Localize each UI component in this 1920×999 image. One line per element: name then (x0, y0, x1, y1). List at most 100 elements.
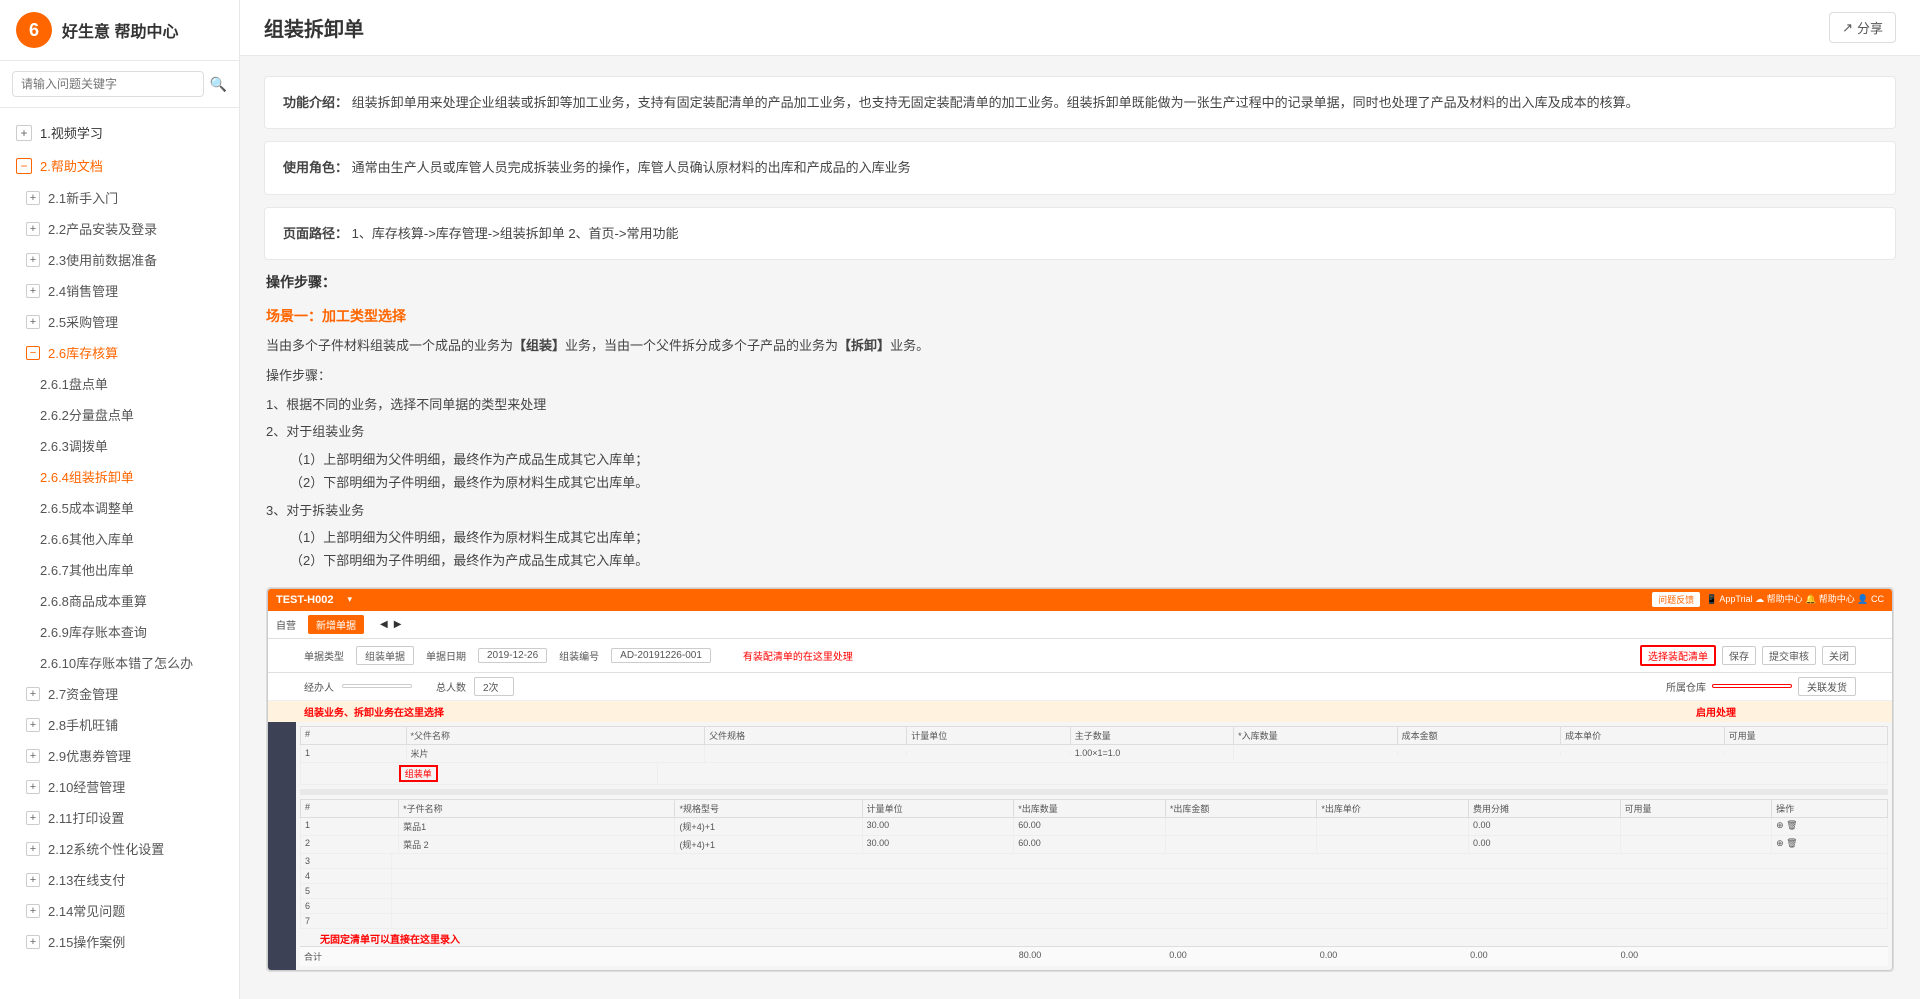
fake-warehouse-area: 所属仓库 关联发货 (1666, 677, 1856, 696)
sidebar-item-inventory[interactable]: − 2.6库存核算 (0, 337, 239, 368)
sidebar-item-in-other[interactable]: 2.6.6其他入库单 (0, 523, 239, 554)
content-area: 功能介绍： 组装拆卸单用来处理企业组装或拆卸等加工业务，支持有固定装配清单的产品… (240, 56, 1920, 999)
fake-doc-num[interactable]: AD-20191226-001 (611, 648, 711, 663)
sidebar-item-videos[interactable]: + 1.视频学习 (0, 116, 239, 149)
fake-cell (705, 751, 907, 755)
sidebar-item-mobile[interactable]: + 2.8手机旺铺 (0, 709, 239, 740)
sidebar-item-adjust[interactable]: 2.6.3调拨单 (0, 430, 239, 461)
sidebar-item-docs[interactable]: − 2.帮助文档 + 2.1新手入门 + 2.2产品安装及登录 + 2.3使用前… (0, 149, 239, 957)
sidebar-item-error[interactable]: 2.6.10库存账本错了怎么办 (0, 647, 239, 678)
expand-icon: + (26, 253, 40, 267)
sidebar-item-assemble[interactable]: 2.6.4组装拆卸单 (0, 461, 239, 492)
sidebar-item-stocktake[interactable]: 2.6.1盘点单 (0, 368, 239, 399)
fake-wh-confirm[interactable]: 关联发货 (1798, 677, 1856, 696)
fake-worker[interactable] (342, 684, 412, 688)
sidebar-item-custom[interactable]: + 2.12系统个性化设置 (0, 833, 239, 864)
fake-cell (658, 771, 1887, 775)
fake-cell (392, 884, 1887, 898)
fake-col-name: *父件名称 (407, 727, 706, 744)
sidebar-item-ledger[interactable]: 2.6.9库存账本查询 (0, 616, 239, 647)
fake-topbar-icons: 📱 AppTrial ☁ 帮助中心 🔔 帮助中心 👤 CC (1706, 592, 1884, 607)
sidebar-item-install[interactable]: + 2.2产品安装及登录 (0, 213, 239, 244)
sidebar-item-out-other[interactable]: 2.6.7其他出库单 (0, 554, 239, 585)
fake-lower-row-6: 6 (300, 899, 1888, 914)
fake-tab2[interactable]: ▶ (394, 619, 402, 630)
fake-close[interactable]: 关闭 (1822, 646, 1856, 665)
expand-icon: + (26, 718, 40, 732)
fake-annot-enable: 启用处理 (1696, 704, 1736, 719)
sidebar-item-cases[interactable]: + 2.15操作案例 (0, 926, 239, 957)
sidebar-item-operation[interactable]: + 2.10经营管理 (0, 771, 239, 802)
step3-sub1: （1）上部明细为父件明细，最终作为原材料生成其它出库单； (266, 526, 1894, 549)
fake-col-seq: # (301, 727, 407, 744)
fake-doc-date[interactable]: 2019-12-26 (478, 648, 547, 663)
screenshot-container: TEST-H002 ▾ 问题反馈 📱 AppTrial ☁ 帮助中心 🔔 帮助中… (266, 587, 1894, 972)
fake-cell: ⊕ 🗑 (1772, 836, 1887, 853)
fake-doc-type-val[interactable]: 组装单据 (356, 646, 414, 665)
fake-num[interactable]: 2次 (474, 677, 514, 696)
fake-divider (300, 789, 1888, 795)
fake-lower-row-3: 3 (300, 854, 1888, 869)
fake-col: 可用量 (1621, 800, 1773, 817)
fake-save[interactable]: 保存 (1722, 646, 1756, 665)
sidebar-item-new[interactable]: + 2.1新手入门 (0, 182, 239, 213)
sidebar: 6 好生意 帮助中心 🔍 + 1.视频学习 − 2.帮助文档 + (0, 0, 240, 999)
sidebar-item-finance[interactable]: + 2.7资金管理 (0, 678, 239, 709)
expand-icon: + (26, 780, 40, 794)
sidebar-item-cost[interactable]: 2.6.5成本调整单 (0, 492, 239, 523)
sidebar-item-coupon[interactable]: + 2.9优惠券管理 (0, 740, 239, 771)
sidebar-item-label: 2.8手机旺铺 (48, 715, 118, 734)
fake-select-bom[interactable]: 选择装配清单 (1640, 645, 1716, 666)
sidebar-item-print[interactable]: + 2.11打印设置 (0, 802, 239, 833)
intro-block: 功能介绍： 组装拆卸单用来处理企业组装或拆卸等加工业务，支持有固定装配清单的产品… (264, 76, 1896, 129)
fake-annotation-row: 组装业务、拆卸业务在这里选择 启用处理 (268, 701, 1892, 722)
fake-col: *出库单价 (1317, 800, 1469, 817)
fake-table-lower-header: # *子件名称 *规格型号 计量单位 *出库数量 *出库金额 *出库单价 费用分… (300, 799, 1888, 818)
fake-cell: 60.00 (1014, 818, 1166, 835)
fake-input-highlight[interactable]: 组装单 (399, 765, 438, 782)
fake-cell (392, 914, 1887, 928)
fake-cell: (规+4)+1 (675, 836, 862, 853)
fake-wh[interactable] (1712, 684, 1792, 688)
sidebar-item-goods-cost[interactable]: 2.6.8商品成本重算 (0, 585, 239, 616)
fake-col-unit2: *入库数量 (1234, 727, 1397, 744)
fake-cell (392, 869, 1887, 883)
fake-nav-new[interactable]: 新增单据 (308, 615, 364, 634)
fake-tab[interactable]: ◀ (380, 619, 388, 630)
share-label: 分享 (1857, 18, 1883, 37)
fake-col: *出库数量 (1014, 800, 1166, 817)
expand-icon: + (26, 749, 40, 763)
fake-lower-row-7: 7 (300, 914, 1888, 929)
fake-annot-type: 组装业务、拆卸业务在这里选择 (304, 704, 444, 719)
fake-col: # (301, 800, 399, 817)
sidebar-item-purchase[interactable]: + 2.5采购管理 (0, 306, 239, 337)
search-box[interactable]: 🔍 (0, 61, 239, 108)
fake-worker-label: 经办人 (304, 679, 334, 694)
fake-num-label: 总人数 (436, 679, 466, 694)
fake-lower-row-1: 1 菜品1 (规+4)+1 30.00 60.00 0.00 ⊕ 🗑 (300, 818, 1888, 836)
logo-text: 好生意 帮助中心 (62, 18, 178, 42)
expand-icon: + (26, 687, 40, 701)
search-icon[interactable]: 🔍 (210, 76, 227, 93)
expand-icon: + (26, 873, 40, 887)
fake-cell: 4 (301, 869, 392, 883)
fake-cell: 菜品 2 (399, 836, 675, 853)
fake-cell: 米片 (407, 745, 706, 762)
fake-footer-cell: 80.00 (1019, 950, 1169, 963)
sidebar-item-faq[interactable]: + 2.14常见问题 (0, 895, 239, 926)
steps-intro: 操作步骤： (266, 364, 1894, 387)
sidebar-item-partial[interactable]: 2.6.2分量盘点单 (0, 399, 239, 430)
fake-screen: TEST-H002 ▾ 问题反馈 📱 AppTrial ☁ 帮助中心 🔔 帮助中… (267, 588, 1893, 971)
sidebar-item-label: 2.3使用前数据准备 (48, 250, 157, 269)
fake-col: 费用分摊 (1469, 800, 1621, 817)
share-button[interactable]: ↗ 分享 (1829, 12, 1896, 43)
fake-doc-date-label: 单据日期 (426, 648, 466, 663)
sidebar-item-sales[interactable]: + 2.4销售管理 (0, 275, 239, 306)
fake-submit[interactable]: 提交审核 (1762, 646, 1816, 665)
sidebar-item-pay[interactable]: + 2.13在线支付 (0, 864, 239, 895)
search-input[interactable] (12, 71, 204, 97)
fake-topbar-btn1[interactable]: 问题反馈 (1652, 592, 1700, 607)
fake-col: *规格型号 (675, 800, 862, 817)
sidebar-item-data[interactable]: + 2.3使用前数据准备 (0, 244, 239, 275)
sidebar-header: 6 好生意 帮助中心 (0, 0, 239, 61)
